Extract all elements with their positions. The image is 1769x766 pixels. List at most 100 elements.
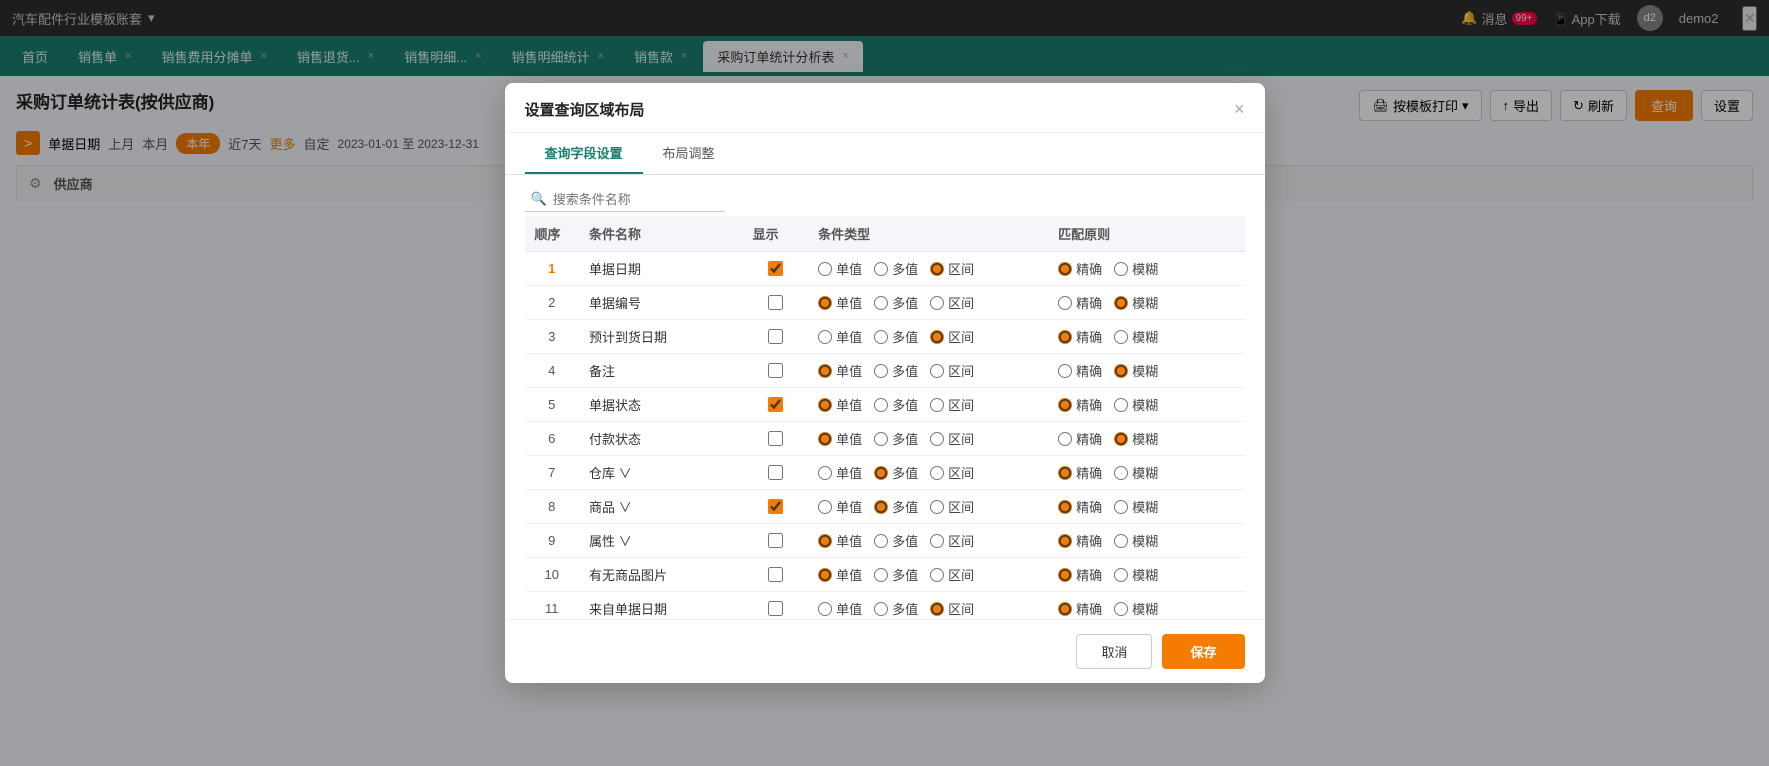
type-radio-item[interactable]: 区间	[930, 429, 974, 448]
type-radio-item[interactable]: 多值	[874, 259, 918, 278]
type-radio-item[interactable]: 多值	[874, 531, 918, 550]
type-radio-item[interactable]: 区间	[930, 463, 974, 482]
match-radio[interactable]	[1058, 466, 1072, 480]
match-radio[interactable]	[1114, 364, 1128, 378]
type-radio-item[interactable]: 多值	[874, 327, 918, 346]
type-radio-item[interactable]: 多值	[874, 497, 918, 516]
type-radio[interactable]	[818, 534, 832, 548]
match-radio[interactable]	[1114, 534, 1128, 548]
match-radio[interactable]	[1114, 262, 1128, 276]
type-radio-item[interactable]: 多值	[874, 293, 918, 312]
type-radio-item[interactable]: 单值	[818, 361, 862, 380]
match-radio[interactable]	[1114, 330, 1128, 344]
match-radio-item[interactable]: 精确	[1058, 531, 1102, 550]
match-radio-item[interactable]: 精确	[1058, 395, 1102, 414]
show-checkbox[interactable]	[768, 567, 783, 582]
type-radio[interactable]	[818, 500, 832, 514]
dialog-tab-query-fields[interactable]: 查询字段设置	[525, 133, 643, 174]
type-radio-item[interactable]: 单值	[818, 293, 862, 312]
type-radio[interactable]	[930, 466, 944, 480]
type-radio-item[interactable]: 单值	[818, 497, 862, 516]
match-radio[interactable]	[1114, 602, 1128, 616]
type-radio-item[interactable]: 单值	[818, 565, 862, 584]
match-radio-item[interactable]: 精确	[1058, 429, 1102, 448]
match-radio[interactable]	[1058, 432, 1072, 446]
match-radio-item[interactable]: 精确	[1058, 327, 1102, 346]
show-checkbox[interactable]	[768, 533, 783, 548]
type-radio[interactable]	[874, 398, 888, 412]
type-radio[interactable]	[874, 602, 888, 616]
type-radio[interactable]	[930, 330, 944, 344]
save-button[interactable]: 保存	[1162, 634, 1244, 669]
type-radio[interactable]	[818, 398, 832, 412]
match-radio[interactable]	[1058, 500, 1072, 514]
match-radio-item[interactable]: 精确	[1058, 599, 1102, 618]
type-radio[interactable]	[930, 568, 944, 582]
type-radio-item[interactable]: 多值	[874, 599, 918, 618]
type-radio-item[interactable]: 区间	[930, 497, 974, 516]
match-radio[interactable]	[1058, 364, 1072, 378]
type-radio[interactable]	[818, 466, 832, 480]
match-radio-item[interactable]: 精确	[1058, 565, 1102, 584]
match-radio-item[interactable]: 模糊	[1114, 531, 1158, 550]
match-radio-item[interactable]: 模糊	[1114, 497, 1158, 516]
type-radio[interactable]	[930, 364, 944, 378]
match-radio-item[interactable]: 精确	[1058, 361, 1102, 380]
match-radio-item[interactable]: 模糊	[1114, 565, 1158, 584]
type-radio[interactable]	[930, 534, 944, 548]
show-checkbox[interactable]	[768, 397, 783, 412]
match-radio[interactable]	[1114, 466, 1128, 480]
dialog-close-button[interactable]: ×	[1234, 99, 1245, 120]
match-radio-item[interactable]: 精确	[1058, 463, 1102, 482]
type-radio[interactable]	[818, 262, 832, 276]
show-checkbox[interactable]	[768, 363, 783, 378]
type-radio[interactable]	[930, 398, 944, 412]
match-radio[interactable]	[1114, 500, 1128, 514]
match-radio-item[interactable]: 精确	[1058, 293, 1102, 312]
type-radio[interactable]	[874, 500, 888, 514]
type-radio[interactable]	[818, 602, 832, 616]
type-radio[interactable]	[930, 432, 944, 446]
match-radio-item[interactable]: 精确	[1058, 259, 1102, 278]
cancel-button[interactable]: 取消	[1076, 634, 1152, 669]
type-radio[interactable]	[818, 568, 832, 582]
type-radio[interactable]	[874, 534, 888, 548]
match-radio-item[interactable]: 模糊	[1114, 395, 1158, 414]
type-radio-item[interactable]: 区间	[930, 293, 974, 312]
match-radio[interactable]	[1114, 432, 1128, 446]
match-radio-item[interactable]: 模糊	[1114, 293, 1158, 312]
match-radio[interactable]	[1114, 398, 1128, 412]
type-radio[interactable]	[874, 432, 888, 446]
type-radio[interactable]	[930, 602, 944, 616]
match-radio-item[interactable]: 模糊	[1114, 259, 1158, 278]
type-radio[interactable]	[874, 262, 888, 276]
show-checkbox[interactable]	[768, 261, 783, 276]
match-radio-item[interactable]: 模糊	[1114, 429, 1158, 448]
type-radio[interactable]	[930, 296, 944, 310]
type-radio[interactable]	[818, 330, 832, 344]
type-radio-item[interactable]: 多值	[874, 463, 918, 482]
match-radio[interactable]	[1058, 534, 1072, 548]
type-radio-item[interactable]: 区间	[930, 565, 974, 584]
type-radio-item[interactable]: 多值	[874, 565, 918, 584]
dialog-tab-layout[interactable]: 布局调整	[643, 133, 735, 174]
show-checkbox[interactable]	[768, 499, 783, 514]
type-radio-item[interactable]: 多值	[874, 429, 918, 448]
match-radio-item[interactable]: 精确	[1058, 497, 1102, 516]
match-radio[interactable]	[1058, 296, 1072, 310]
type-radio-item[interactable]: 单值	[818, 599, 862, 618]
match-radio[interactable]	[1058, 262, 1072, 276]
type-radio-item[interactable]: 单值	[818, 395, 862, 414]
type-radio[interactable]	[818, 364, 832, 378]
type-radio[interactable]	[874, 364, 888, 378]
match-radio-item[interactable]: 模糊	[1114, 463, 1158, 482]
type-radio[interactable]	[874, 330, 888, 344]
type-radio-item[interactable]: 单值	[818, 327, 862, 346]
show-checkbox[interactable]	[768, 431, 783, 446]
match-radio[interactable]	[1058, 602, 1072, 616]
type-radio-item[interactable]: 区间	[930, 599, 974, 618]
type-radio-item[interactable]: 区间	[930, 327, 974, 346]
match-radio[interactable]	[1114, 296, 1128, 310]
type-radio-item[interactable]: 多值	[874, 361, 918, 380]
match-radio-item[interactable]: 模糊	[1114, 361, 1158, 380]
